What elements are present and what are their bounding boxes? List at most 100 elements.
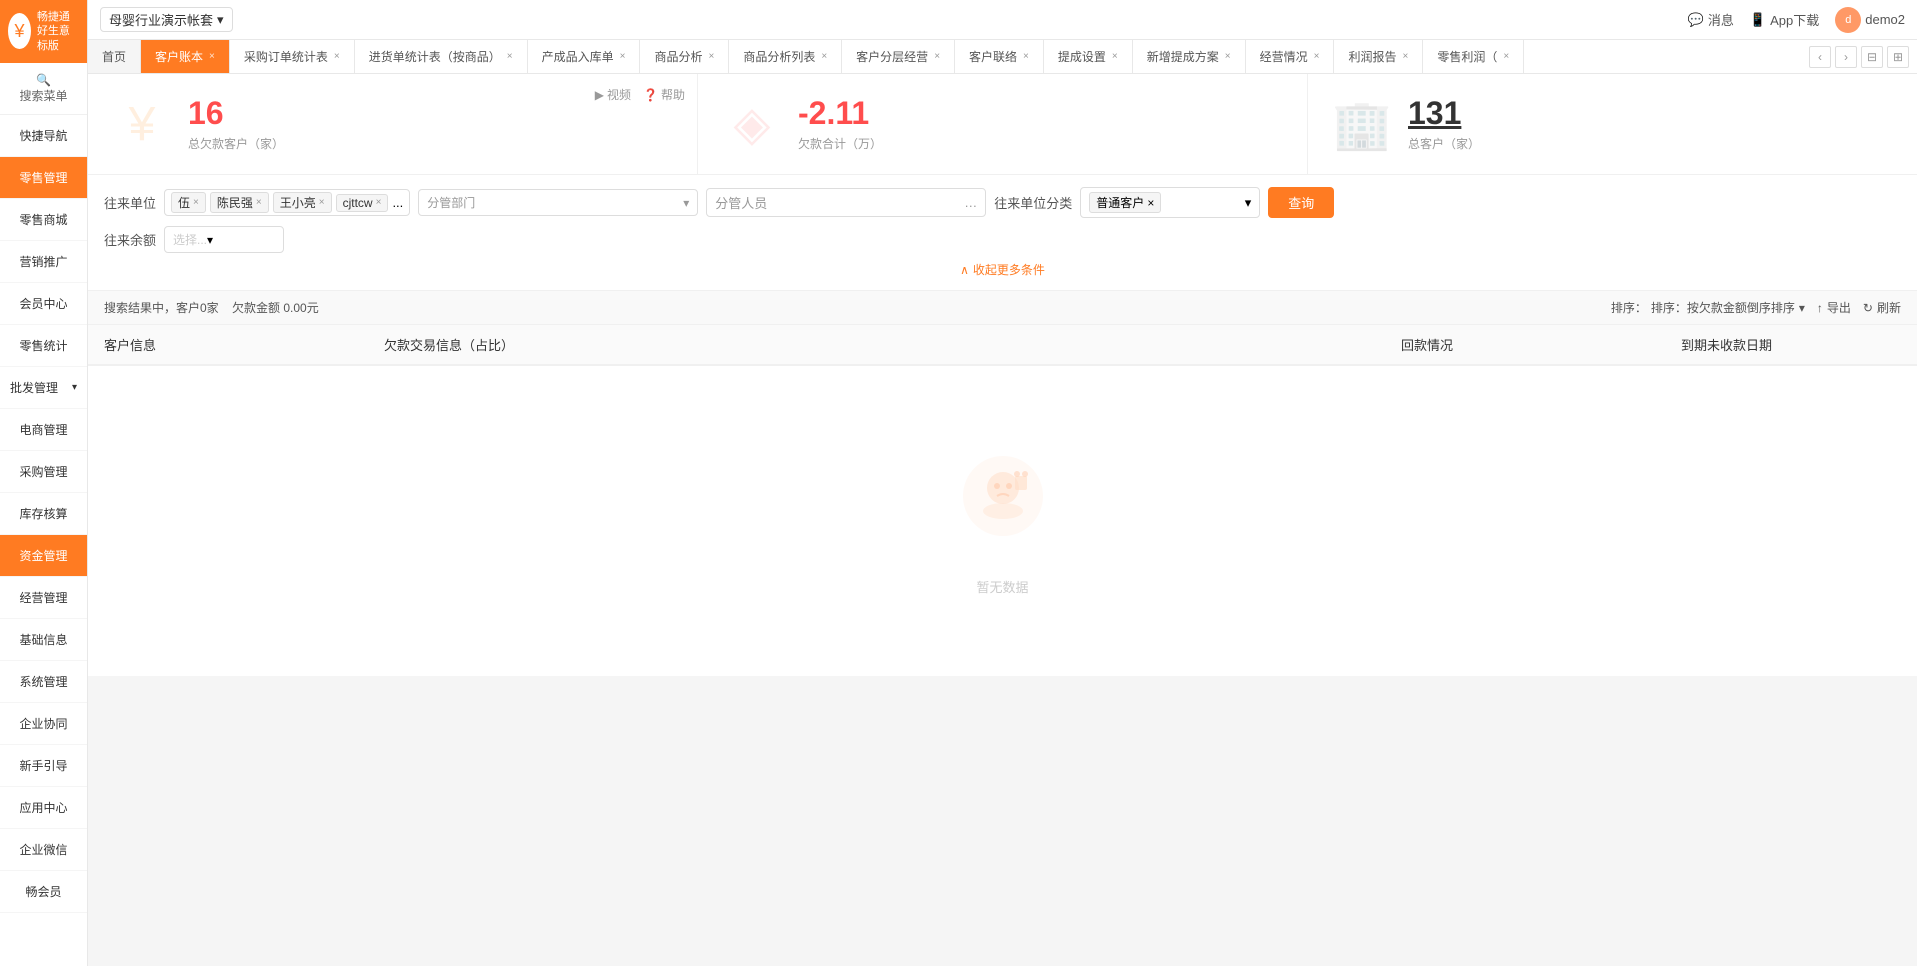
- sidebar-item-system[interactable]: 系统管理: [0, 661, 87, 703]
- tab-collapse-button[interactable]: ⊟: [1861, 46, 1883, 68]
- tab-close-cost-inbound[interactable]: ×: [620, 51, 626, 62]
- sidebar-item-wholesale[interactable]: 批发管理 ▾: [0, 367, 87, 409]
- sidebar-item-inventory[interactable]: 库存核算: [0, 493, 87, 535]
- results-bar-right: 排序： 排序：按欠款金额倒序排序 ▾ ↑ 导出 ↻ 刷新: [1611, 299, 1901, 316]
- classify-tag-normal[interactable]: 普通客户 ×: [1089, 192, 1161, 213]
- sidebar-item-search[interactable]: 🔍 搜索菜单: [0, 63, 87, 115]
- unit-tag-cjttcw[interactable]: cjttcw ×: [336, 194, 389, 212]
- stat-top-right-1: ▶ 视频 ❓ 帮助: [595, 86, 685, 103]
- filter-row-1: 往来单位 伍 × 陈民强 × 王小亮 ×: [104, 187, 1901, 218]
- export-button[interactable]: ↑ 导出: [1817, 299, 1851, 316]
- sidebar-item-cooperation[interactable]: 企业协同: [0, 703, 87, 745]
- sidebar-item-basic[interactable]: 基础信息: [0, 619, 87, 661]
- tab-new-promotion-plan[interactable]: 新增提成方案 ×: [1133, 40, 1246, 73]
- page-content: ¥ 16 总欠款客户（家） ▶ 视频 ❓ 帮助: [88, 74, 1917, 676]
- unit-label: 往来单位: [104, 193, 156, 212]
- topbar-left: 母婴行业演示帐套 ▾: [100, 7, 233, 32]
- unit-tag-more[interactable]: ...: [392, 195, 403, 210]
- sidebar-item-member[interactable]: 会员中心: [0, 283, 87, 325]
- stat-credit-amount: ◈ -2.11 欠款合计（万）: [698, 74, 1308, 174]
- sort-selector[interactable]: 排序： 排序：按欠款金额倒序排序 ▾: [1611, 299, 1805, 316]
- tab-close-promotions-settings[interactable]: ×: [1112, 51, 1118, 62]
- refresh-button[interactable]: ↻ 刷新: [1863, 299, 1901, 316]
- tab-close-purchase-orders[interactable]: ×: [334, 51, 340, 62]
- tab-customer-book[interactable]: 客户账本 ×: [141, 40, 230, 73]
- unit-tag-group[interactable]: 伍 × 陈民强 × 王小亮 × cjttcw ×: [164, 189, 410, 216]
- credit-customers-icon: ¥: [112, 94, 172, 154]
- sidebar-item-marketing[interactable]: 营销推广: [0, 241, 87, 283]
- unit-tag-chen-close[interactable]: ×: [256, 197, 262, 208]
- unit-tag-wang-close[interactable]: ×: [319, 197, 325, 208]
- tab-scroll-left-button[interactable]: ‹: [1809, 46, 1831, 68]
- credit-customers-content: 16 总欠款客户（家）: [188, 96, 673, 152]
- tab-inbound-stats[interactable]: 进货单统计表（按商品） ×: [355, 40, 528, 73]
- unit-tag-wang[interactable]: 王小亮 ×: [273, 192, 332, 213]
- tab-close-customer-contact[interactable]: ×: [1023, 51, 1029, 62]
- tab-close-operations-situation[interactable]: ×: [1314, 51, 1320, 62]
- total-customers-label: 总客户（家）: [1408, 135, 1893, 152]
- tab-home[interactable]: 首页: [88, 40, 141, 73]
- tab-close-inbound-stats[interactable]: ×: [507, 51, 513, 62]
- sidebar-item-capital[interactable]: 资金管理: [0, 535, 87, 577]
- empty-icon: [953, 446, 1053, 565]
- balance-selector[interactable]: 选择... ▾: [164, 226, 284, 253]
- personnel-selector[interactable]: 分管人员 …: [706, 188, 986, 217]
- sidebar-item-wechat[interactable]: 企业微信: [0, 829, 87, 871]
- tab-expand-button[interactable]: ⊞: [1887, 46, 1909, 68]
- sidebar-item-quicknav[interactable]: 快捷导航: [0, 115, 87, 157]
- tab-product-analysis-list[interactable]: 商品分析列表 ×: [729, 40, 842, 73]
- credit-customers-label: 总欠款客户（家）: [188, 135, 673, 152]
- dept-selector[interactable]: 分管部门 ▾: [418, 189, 698, 216]
- tab-close-customer-tier[interactable]: ×: [934, 51, 940, 62]
- collapse-button[interactable]: ∧ 收起更多条件: [104, 261, 1901, 278]
- tab-close-retail-profit[interactable]: ×: [1503, 51, 1509, 62]
- classify-label: 往来单位分类: [994, 193, 1072, 212]
- tab-close-customer-book[interactable]: ×: [209, 51, 215, 62]
- sidebar-item-member2[interactable]: 畅会员: [0, 871, 87, 913]
- balance-dropdown-icon: ▾: [207, 233, 213, 247]
- app-download-button[interactable]: 📱 App下载: [1750, 10, 1819, 29]
- tab-retail-profit[interactable]: 零售利润（ ×: [1423, 40, 1524, 73]
- sidebar-item-appcenter[interactable]: 应用中心: [0, 787, 87, 829]
- tab-close-product-analysis[interactable]: ×: [708, 51, 714, 62]
- tabbar: 首页 客户账本 × 采购订单统计表 × 进货单统计表（按商品） × 产成品入库单…: [88, 40, 1917, 74]
- unit-tag-cjttcw-close[interactable]: ×: [376, 197, 382, 208]
- tab-close-product-analysis-list[interactable]: ×: [821, 51, 827, 62]
- sidebar-item-ecommerce[interactable]: 电商管理: [0, 409, 87, 451]
- account-selector[interactable]: 母婴行业演示帐套 ▾: [100, 7, 233, 32]
- tab-close-new-promotion-plan[interactable]: ×: [1225, 51, 1231, 62]
- classify-tag-close[interactable]: ×: [1147, 196, 1154, 210]
- tab-promotions-settings[interactable]: 提成设置 ×: [1044, 40, 1133, 73]
- user-avatar-button[interactable]: d demo2: [1835, 7, 1905, 33]
- video-link-1[interactable]: ▶ 视频: [595, 86, 631, 103]
- tab-operations-situation[interactable]: 经营情况 ×: [1246, 40, 1335, 73]
- personnel-more-icon: …: [964, 195, 977, 210]
- content-area: ¥ 16 总欠款客户（家） ▶ 视频 ❓ 帮助: [88, 74, 1917, 966]
- refresh-icon: ↻: [1863, 301, 1873, 315]
- tab-purchase-orders[interactable]: 采购订单统计表 ×: [230, 40, 355, 73]
- tab-customer-tier[interactable]: 客户分层经营 ×: [842, 40, 955, 73]
- tab-profit-report[interactable]: 利润报告 ×: [1334, 40, 1423, 73]
- help-link-1[interactable]: ❓ 帮助: [643, 86, 685, 103]
- sidebar-item-purchase[interactable]: 采购管理: [0, 451, 87, 493]
- credit-amount-label: 欠款合计（万）: [798, 135, 1283, 152]
- sidebar-item-retail-shop[interactable]: 零售商城: [0, 199, 87, 241]
- credit-amount-icon: ◈: [722, 94, 782, 154]
- sidebar-logo[interactable]: ¥ 畅捷通好生意 标版: [0, 0, 87, 63]
- classify-selector[interactable]: 普通客户 × ▾: [1080, 187, 1260, 218]
- sidebar-item-retail-stats[interactable]: 零售统计: [0, 325, 87, 367]
- sidebar-item-newbie[interactable]: 新手引导: [0, 745, 87, 787]
- tab-customer-contact[interactable]: 客户联络 ×: [955, 40, 1044, 73]
- tab-cost-inbound[interactable]: 产成品入库单 ×: [528, 40, 641, 73]
- unit-tag-wu[interactable]: 伍 ×: [171, 192, 206, 213]
- tab-scroll-right-button[interactable]: ›: [1835, 46, 1857, 68]
- tab-product-analysis[interactable]: 商品分析 ×: [640, 40, 729, 73]
- unit-tag-chen[interactable]: 陈民强 ×: [210, 192, 269, 213]
- unit-tag-wu-close[interactable]: ×: [193, 197, 199, 208]
- sidebar-item-retail[interactable]: 零售管理: [0, 157, 87, 199]
- query-button[interactable]: 查询: [1268, 187, 1334, 218]
- sidebar-item-operations[interactable]: 经营管理: [0, 577, 87, 619]
- tab-close-profit-report[interactable]: ×: [1402, 51, 1408, 62]
- message-button[interactable]: 💬 消息: [1688, 10, 1734, 29]
- topbar: 母婴行业演示帐套 ▾ 💬 消息 📱 App下载 d demo2: [88, 0, 1917, 40]
